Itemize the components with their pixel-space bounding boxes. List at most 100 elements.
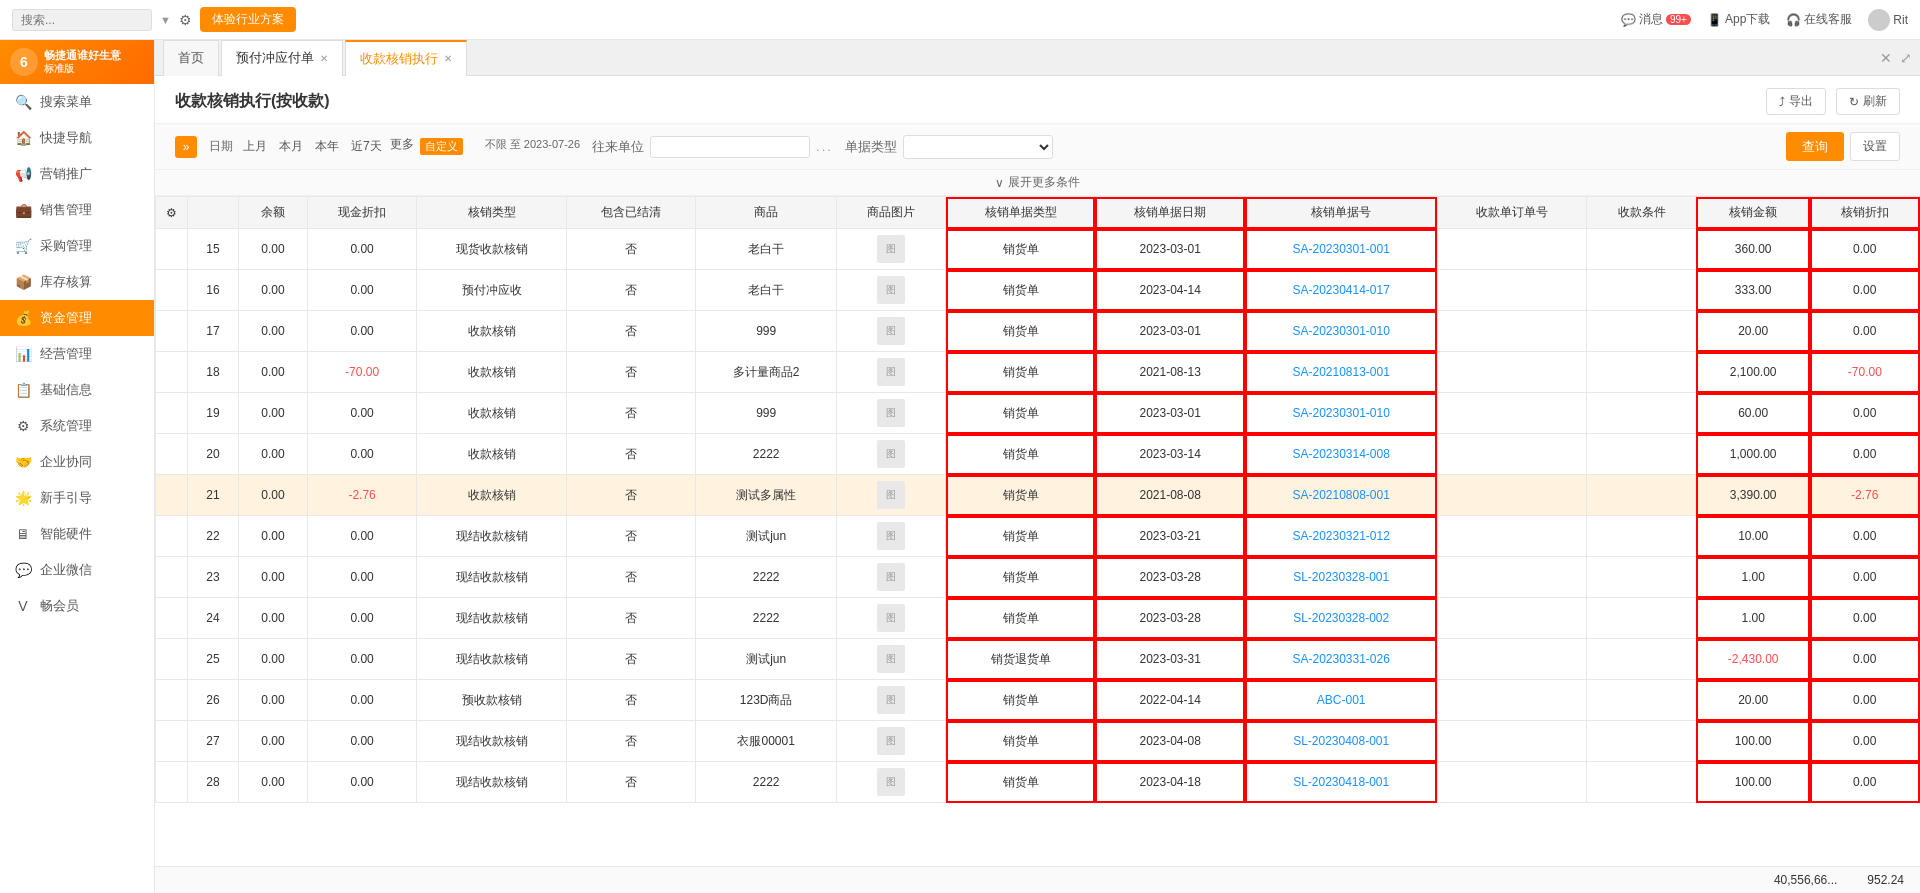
query-button[interactable]: 查询 bbox=[1786, 132, 1844, 161]
cell-gear[interactable] bbox=[156, 311, 188, 352]
cell-verify-doc-no[interactable]: SL-20230328-001 bbox=[1245, 557, 1437, 598]
col-header-gear[interactable]: ⚙ bbox=[156, 197, 188, 229]
sidebar-item-quick-nav[interactable]: 🏠快捷导航 bbox=[0, 120, 154, 156]
search-input[interactable] bbox=[12, 9, 152, 31]
cell-verify-doc-no[interactable]: SA-20210813-001 bbox=[1245, 352, 1437, 393]
sidebar-item-sales-mgmt[interactable]: 💼销售管理 bbox=[0, 192, 154, 228]
cell-verify-doc-no[interactable]: SL-20230328-002 bbox=[1245, 598, 1437, 639]
tab-close-icon[interactable]: ✕ bbox=[320, 53, 328, 64]
user-area[interactable]: Rit bbox=[1868, 9, 1908, 31]
sidebar-item-smart-hw[interactable]: 🖥智能硬件 bbox=[0, 516, 154, 552]
window-close-icon[interactable]: ✕ bbox=[1880, 50, 1892, 66]
partner-dots[interactable]: ... bbox=[816, 139, 833, 154]
cell-verify-doc-no[interactable]: SA-20230331-026 bbox=[1245, 639, 1437, 680]
filter-more[interactable]: 更多 bbox=[390, 136, 414, 157]
cell-gear[interactable] bbox=[156, 352, 188, 393]
cell-verify-doc-no[interactable]: SA-20230321-012 bbox=[1245, 516, 1437, 557]
tab-home[interactable]: 首页 bbox=[163, 40, 219, 76]
chevron-down-icon[interactable]: ▼ bbox=[160, 14, 171, 26]
doc-no-link[interactable]: SA-20230301-010 bbox=[1292, 324, 1389, 338]
sidebar-item-fund-mgmt[interactable]: 💰资金管理 bbox=[0, 300, 154, 336]
sidebar-item-ops-mgmt[interactable]: 📊经营管理 bbox=[0, 336, 154, 372]
cell-gear[interactable] bbox=[156, 229, 188, 270]
sidebar-item-vip-member[interactable]: V畅会员 bbox=[0, 588, 154, 624]
cell-gear[interactable] bbox=[156, 475, 188, 516]
solution-button[interactable]: 体验行业方案 bbox=[200, 7, 296, 32]
filter-custom-badge[interactable]: 自定义 bbox=[420, 138, 463, 155]
sidebar-item-base-info[interactable]: 📋基础信息 bbox=[0, 372, 154, 408]
filter-toggle-button[interactable]: » bbox=[175, 136, 197, 158]
cell-verify-type: 现结收款核销 bbox=[417, 639, 567, 680]
cell-gear[interactable] bbox=[156, 598, 188, 639]
cell-receipt-cond bbox=[1587, 557, 1696, 598]
export-button[interactable]: ⤴ 导出 bbox=[1766, 88, 1826, 115]
cell-verify-doc-date: 2022-04-14 bbox=[1095, 680, 1245, 721]
cell-verify-doc-no[interactable]: ABC-001 bbox=[1245, 680, 1437, 721]
online-service-link[interactable]: 🎧 在线客服 bbox=[1786, 11, 1852, 28]
cell-verify-doc-no[interactable]: SL-20230408-001 bbox=[1245, 721, 1437, 762]
cell-gear[interactable] bbox=[156, 393, 188, 434]
gear-icon[interactable]: ⚙ bbox=[179, 12, 192, 28]
fund-mgmt-icon: 💰 bbox=[14, 310, 32, 326]
refresh-button[interactable]: ↻ 刷新 bbox=[1836, 88, 1900, 115]
sidebar-item-marketing[interactable]: 📢营销推广 bbox=[0, 156, 154, 192]
cell-gear[interactable] bbox=[156, 270, 188, 311]
filter-voucher-group: 单据类型 bbox=[845, 135, 1053, 159]
sidebar-item-corp-wechat[interactable]: 💬企业微信 bbox=[0, 552, 154, 588]
doc-no-link[interactable]: SA-20230301-010 bbox=[1292, 406, 1389, 420]
settings-button[interactable]: 设置 bbox=[1850, 132, 1900, 161]
expand-more-bar: ∨ 展开更多条件 bbox=[155, 170, 1920, 196]
doc-no-link[interactable]: SA-20230301-001 bbox=[1292, 242, 1389, 256]
doc-no-link[interactable]: SA-20210813-001 bbox=[1292, 365, 1389, 379]
cell-gear[interactable] bbox=[156, 639, 188, 680]
filter-last-month[interactable]: 上月 bbox=[239, 136, 271, 157]
doc-no-link[interactable]: SA-20230331-026 bbox=[1292, 652, 1389, 666]
partner-input[interactable] bbox=[650, 136, 810, 158]
doc-no-link[interactable]: SL-20230408-001 bbox=[1293, 734, 1389, 748]
window-expand-icon[interactable]: ⤢ bbox=[1900, 50, 1912, 66]
cell-gear[interactable] bbox=[156, 680, 188, 721]
top-bar-left: ▼ ⚙ 体验行业方案 bbox=[12, 7, 1611, 32]
message-link[interactable]: 💬 消息 99+ bbox=[1621, 11, 1691, 28]
cell-verify-doc-no[interactable]: SA-20230414-017 bbox=[1245, 270, 1437, 311]
doc-no-link[interactable]: SL-20230328-002 bbox=[1293, 611, 1389, 625]
filter-7days[interactable]: 近7天 bbox=[347, 136, 386, 157]
filter-this-month[interactable]: 本月 bbox=[275, 136, 307, 157]
sidebar-item-sys-mgmt[interactable]: ⚙系统管理 bbox=[0, 408, 154, 444]
cell-gear[interactable] bbox=[156, 516, 188, 557]
cell-verify-doc-no[interactable]: SA-20230301-010 bbox=[1245, 311, 1437, 352]
filter-this-year[interactable]: 本年 bbox=[311, 136, 343, 157]
sidebar-item-new-guide[interactable]: 🌟新手引导 bbox=[0, 480, 154, 516]
tab-close-icon[interactable]: ✕ bbox=[444, 53, 452, 64]
app-download-link[interactable]: 📱 App下载 bbox=[1707, 11, 1770, 28]
cell-verify-doc-no[interactable]: SA-20230301-001 bbox=[1245, 229, 1437, 270]
cell-verify-doc-no[interactable]: SL-20230418-001 bbox=[1245, 762, 1437, 803]
doc-no-link[interactable]: SA-20230314-008 bbox=[1292, 447, 1389, 461]
cell-verify-doc-date: 2023-03-28 bbox=[1095, 557, 1245, 598]
sidebar-item-inventory[interactable]: 📦库存核算 bbox=[0, 264, 154, 300]
cell-gear[interactable] bbox=[156, 434, 188, 475]
expand-more-button[interactable]: ∨ 展开更多条件 bbox=[995, 174, 1080, 191]
voucher-type-select[interactable] bbox=[903, 135, 1053, 159]
doc-no-link[interactable]: SA-20230414-017 bbox=[1292, 283, 1389, 297]
cell-gear[interactable] bbox=[156, 721, 188, 762]
cell-goods-img: 图 bbox=[836, 352, 945, 393]
sidebar-item-search-menu[interactable]: 🔍搜索菜单 bbox=[0, 84, 154, 120]
cell-seq: 15 bbox=[188, 229, 239, 270]
doc-no-link[interactable]: SA-20230321-012 bbox=[1292, 529, 1389, 543]
doc-no-link[interactable]: SA-20210808-001 bbox=[1292, 488, 1389, 502]
doc-no-link[interactable]: ABC-001 bbox=[1317, 693, 1366, 707]
cell-gear[interactable] bbox=[156, 557, 188, 598]
cell-verify-doc-no[interactable]: SA-20230301-010 bbox=[1245, 393, 1437, 434]
sidebar-item-corp-collab[interactable]: 🤝企业协同 bbox=[0, 444, 154, 480]
cell-gear[interactable] bbox=[156, 762, 188, 803]
ops-mgmt-icon: 📊 bbox=[14, 346, 32, 362]
tab-receipt-verify[interactable]: 收款核销执行✕ bbox=[345, 40, 467, 76]
cell-verify-doc-no[interactable]: SA-20210808-001 bbox=[1245, 475, 1437, 516]
tab-prepay[interactable]: 预付冲应付单✕ bbox=[221, 40, 343, 76]
sidebar-item-purchase-mgmt[interactable]: 🛒采购管理 bbox=[0, 228, 154, 264]
doc-no-link[interactable]: SL-20230328-001 bbox=[1293, 570, 1389, 584]
cell-verify-doc-no[interactable]: SA-20230314-008 bbox=[1245, 434, 1437, 475]
cell-seq: 22 bbox=[188, 516, 239, 557]
doc-no-link[interactable]: SL-20230418-001 bbox=[1293, 775, 1389, 789]
